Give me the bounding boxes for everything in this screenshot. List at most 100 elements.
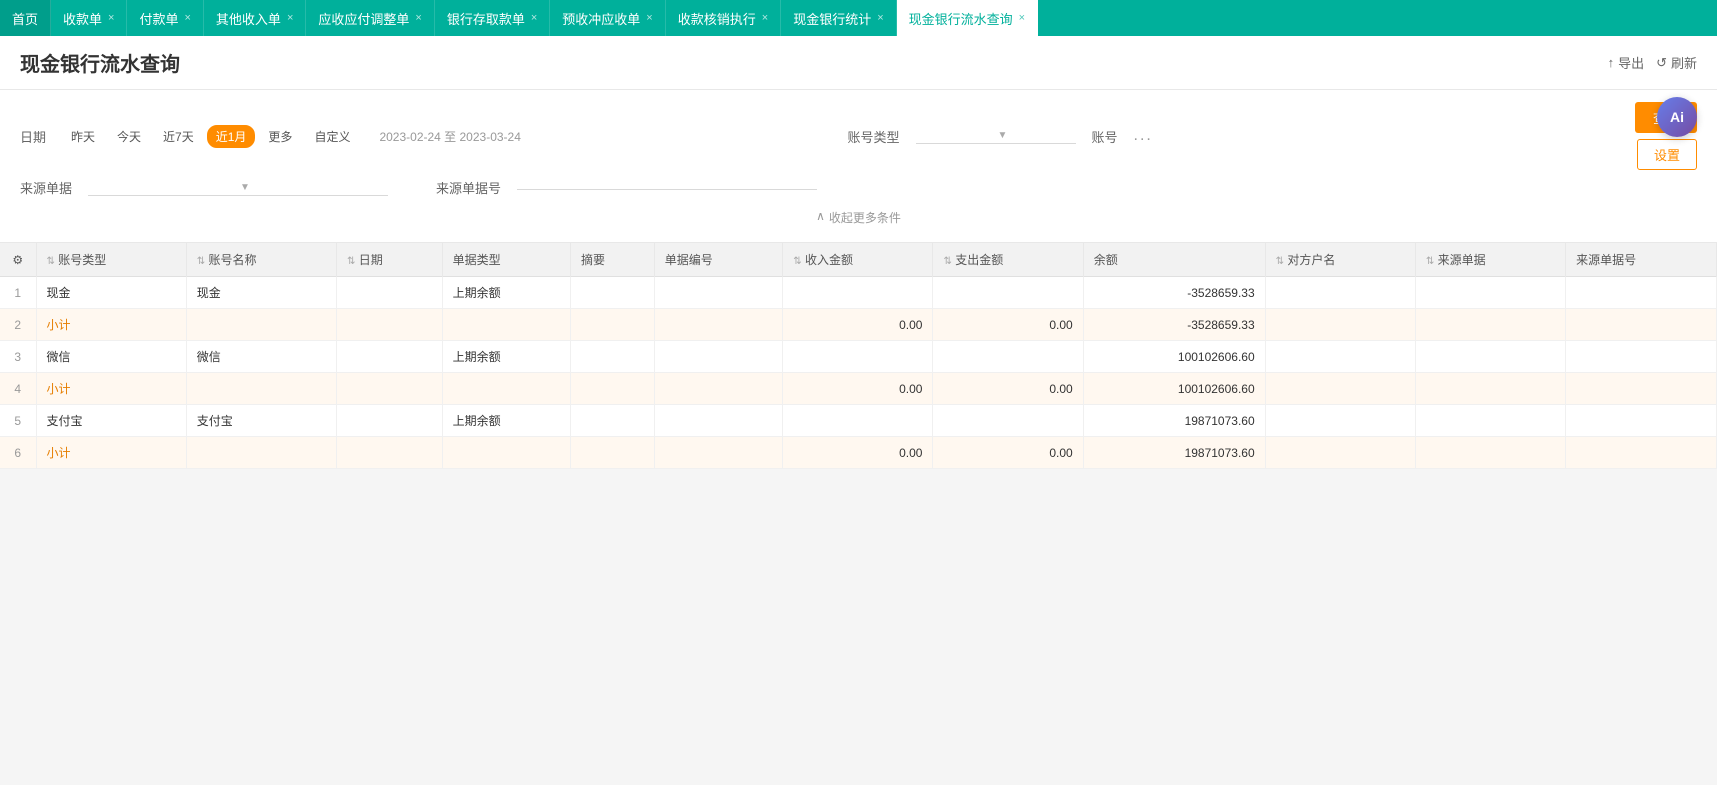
col-counterpart[interactable]: ⇅ 对方户名 [1265, 243, 1415, 277]
data-table: ⚙ ⇅ 账号类型 ⇅ 账号名称 ⇅ 日期 单据类型 摘要 单据编号 [0, 243, 1717, 469]
export-icon: ↑ [1608, 55, 1615, 70]
account-label: 账号 [1092, 127, 1118, 146]
account-type-select[interactable]: ▼ [916, 128, 1076, 144]
collapse-icon: ∧ [816, 209, 825, 226]
account-more-button[interactable]: ... [1134, 127, 1153, 145]
nav-bank-deposit-close[interactable]: × [531, 12, 537, 24]
table-cell: 100102606.60 [1083, 341, 1265, 373]
nav-item-cash-stat[interactable]: 现金银行统计 × [781, 0, 896, 36]
nav-item-other-income[interactable]: 其他收入单 × [204, 0, 306, 36]
table-cell [1265, 373, 1415, 405]
table-header: ⚙ ⇅ 账号类型 ⇅ 账号名称 ⇅ 日期 单据类型 摘要 单据编号 [0, 243, 1717, 277]
table-row: 5支付宝支付宝上期余额19871073.60 [0, 405, 1717, 437]
source-doc-label: 来源单据 [20, 178, 72, 197]
page-header: 现金银行流水查询 ↑ 导出 ↺ 刷新 [0, 36, 1717, 90]
table-cell [1415, 373, 1565, 405]
nav-item-prepay[interactable]: 预收冲应收单 × [550, 0, 665, 36]
col-doc-type: 单据类型 [442, 243, 570, 277]
nav-other-income-close[interactable]: × [287, 12, 293, 24]
table-cell: 上期余额 [442, 405, 570, 437]
table-cell [1415, 341, 1565, 373]
nav-item-receipt[interactable]: 收款单 × [51, 0, 127, 36]
nav-ar-ap-close[interactable]: × [415, 12, 421, 24]
page-title: 现金银行流水查询 [20, 48, 180, 77]
nav-item-ar-ap-adjust[interactable]: 应收应付调整单 × [306, 0, 434, 36]
nav-item-home[interactable]: 首页 [0, 0, 51, 36]
table-cell [571, 437, 655, 469]
nav-payment-label: 付款单 [139, 9, 178, 28]
table-cell [654, 437, 782, 469]
collapse-bar[interactable]: ∧ 收起更多条件 [20, 205, 1697, 230]
date-btn-custom[interactable]: 自定义 [305, 125, 359, 148]
table-cell: 0.00 [783, 437, 933, 469]
table-cell [571, 309, 655, 341]
date-btn-more[interactable]: 更多 [259, 125, 301, 148]
col-income-sort-icon: ⇅ [793, 256, 801, 267]
settings-button[interactable]: 设置 [1637, 139, 1697, 170]
col-account-name[interactable]: ⇅ 账号名称 [186, 243, 336, 277]
date-btn-7days[interactable]: 近7天 [154, 125, 203, 148]
table-cell: 3 [0, 341, 36, 373]
col-source-doc-sort-icon: ⇅ [1426, 256, 1434, 267]
nav-receipt-verify-close[interactable]: × [762, 12, 768, 24]
table-cell [1265, 309, 1415, 341]
source-doc-no-input[interactable] [517, 185, 817, 190]
col-expense[interactable]: ⇅ 支出金额 [933, 243, 1083, 277]
nav-cash-flow-close[interactable]: × [1019, 12, 1025, 24]
table-cell: 小计 [36, 309, 186, 341]
table-cell: 支付宝 [36, 405, 186, 437]
table-cell [186, 437, 336, 469]
table-cell: 上期余额 [442, 341, 570, 373]
refresh-button[interactable]: ↺ 刷新 [1656, 53, 1697, 72]
col-gear: ⚙ [0, 243, 36, 277]
table-cell [1265, 437, 1415, 469]
table-row: 2小计0.000.00-3528659.33 [0, 309, 1717, 341]
table-cell [1566, 373, 1717, 405]
top-navigation: 首页 收款单 × 付款单 × 其他收入单 × 应收应付调整单 × 银行存取款单 … [0, 0, 1717, 36]
table-cell [442, 373, 570, 405]
table-cell: 19871073.60 [1083, 437, 1265, 469]
col-account-type[interactable]: ⇅ 账号类型 [36, 243, 186, 277]
nav-cash-stat-close[interactable]: × [877, 12, 883, 24]
nav-receipt-close[interactable]: × [108, 12, 114, 24]
nav-cash-stat-label: 现金银行统计 [793, 9, 871, 28]
table-cell [571, 277, 655, 309]
nav-prepay-label: 预收冲应收单 [562, 9, 640, 28]
account-type-label: 账号类型 [848, 127, 900, 146]
ai-label: Ai [1670, 109, 1684, 125]
table-container: ⚙ ⇅ 账号类型 ⇅ 账号名称 ⇅ 日期 单据类型 摘要 单据编号 [0, 243, 1717, 469]
nav-cash-flow-label: 现金银行流水查询 [909, 9, 1013, 28]
table-cell: 6 [0, 437, 36, 469]
table-cell [337, 309, 443, 341]
table-cell [571, 373, 655, 405]
table-cell: 上期余额 [442, 277, 570, 309]
nav-item-cash-flow[interactable]: 现金银行流水查询 × [897, 0, 1038, 36]
table-cell [1415, 437, 1565, 469]
ai-assistant-button[interactable]: Ai [1657, 97, 1697, 137]
gear-icon[interactable]: ⚙ [12, 253, 23, 267]
nav-payment-close[interactable]: × [184, 12, 190, 24]
source-doc-no-label: 来源单据号 [436, 178, 501, 197]
date-btn-1month[interactable]: 近1月 [207, 125, 256, 148]
date-range-display: 2023-02-24 至 2023-03-24 [379, 128, 520, 145]
export-button[interactable]: ↑ 导出 [1608, 53, 1645, 72]
table-cell [337, 373, 443, 405]
col-source-doc[interactable]: ⇅ 来源单据 [1415, 243, 1565, 277]
nav-receipt-verify-label: 收款核销执行 [678, 9, 756, 28]
col-income[interactable]: ⇅ 收入金额 [783, 243, 933, 277]
date-filter-group: 日期 昨天 今天 近7天 近1月 更多 自定义 2023-02-24 至 202… [20, 125, 792, 148]
table-cell [1566, 277, 1717, 309]
nav-item-payment[interactable]: 付款单 × [127, 0, 203, 36]
table-cell: 0.00 [933, 373, 1083, 405]
table-cell: 19871073.60 [1083, 405, 1265, 437]
date-btn-today[interactable]: 今天 [108, 125, 150, 148]
table-cell: 现金 [186, 277, 336, 309]
col-date[interactable]: ⇅ 日期 [337, 243, 443, 277]
nav-prepay-close[interactable]: × [646, 12, 652, 24]
nav-item-receipt-verify[interactable]: 收款核销执行 × [666, 0, 781, 36]
nav-item-bank-deposit[interactable]: 银行存取款单 × [435, 0, 550, 36]
col-doc-no: 单据编号 [654, 243, 782, 277]
table-cell [1265, 341, 1415, 373]
date-btn-yesterday[interactable]: 昨天 [62, 125, 104, 148]
source-doc-select[interactable]: ▼ [88, 180, 388, 196]
